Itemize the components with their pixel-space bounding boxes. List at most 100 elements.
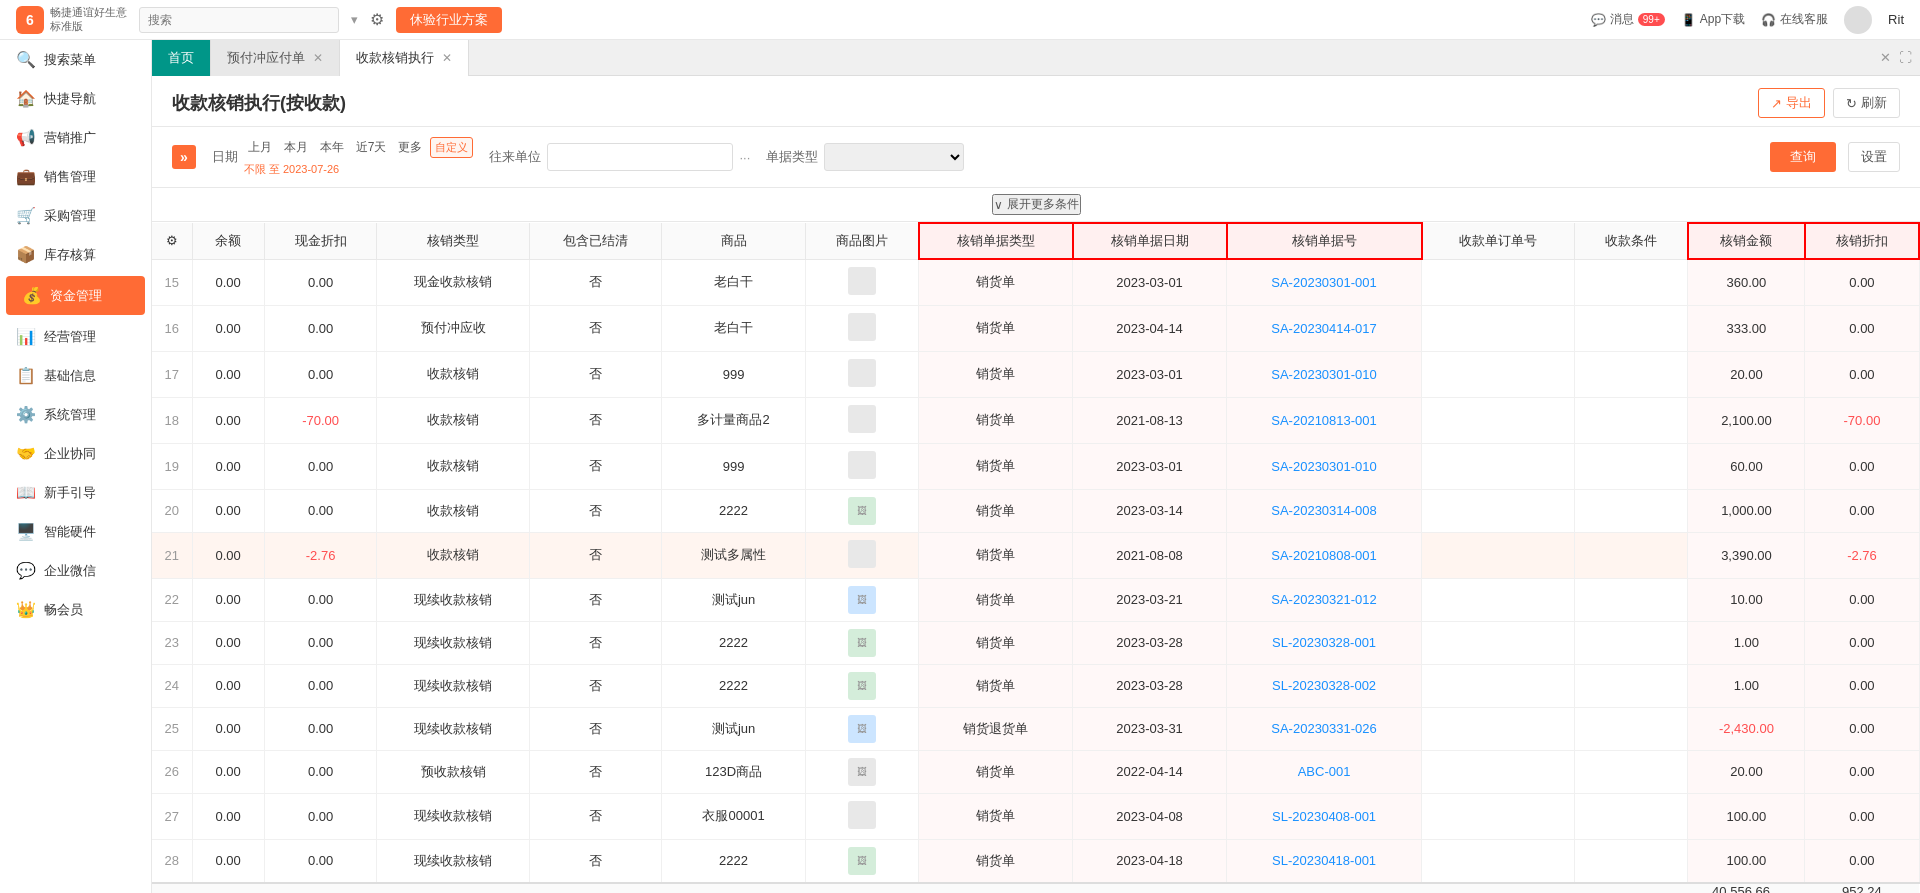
product-image-cell	[805, 351, 918, 397]
doc-type-cell: 销货单	[919, 489, 1073, 532]
sidebar-item-search[interactable]: 🔍 搜索菜单	[0, 40, 151, 79]
sidebar-item-hardware[interactable]: 🖥️ 智能硬件	[0, 512, 151, 551]
doc-no-link[interactable]: SA-20230321-012	[1271, 592, 1377, 607]
doc-no-cell[interactable]: SA-20210813-001	[1227, 397, 1422, 443]
doc-no-cell[interactable]: SL-20230408-001	[1227, 793, 1422, 839]
writeoff-discount-cell: 0.00	[1805, 305, 1919, 351]
refresh-button[interactable]: ↻ 刷新	[1833, 88, 1900, 118]
doc-no-link[interactable]: SA-20210813-001	[1271, 413, 1377, 428]
doc-no-link[interactable]: SA-20230301-001	[1271, 275, 1377, 290]
sidebar-item-basic[interactable]: 📋 基础信息	[0, 356, 151, 395]
doc-no-link[interactable]: SL-20230408-001	[1272, 809, 1376, 824]
prepay-close-icon[interactable]: ✕	[313, 51, 323, 65]
monitor-icon: 🖥️	[16, 522, 36, 541]
writeoff-amount-cell: 20.00	[1688, 351, 1805, 397]
date-custom[interactable]: 自定义	[430, 137, 473, 158]
sidebar-item-system[interactable]: ⚙️ 系统管理	[0, 395, 151, 434]
message-button[interactable]: 💬 消息 99+	[1591, 11, 1665, 28]
doc-no-link[interactable]: SL-20230328-002	[1272, 678, 1376, 693]
top-bar: 6 畅捷通谊好生意 标准版 ▾ ⚙ 休验行业方案 💬 消息 99+ 📱 App下…	[0, 0, 1920, 40]
window-close-icon[interactable]: ✕	[1880, 50, 1891, 65]
doc-no-cell[interactable]: SL-20230328-001	[1227, 621, 1422, 664]
ellipsis-icon[interactable]: ···	[739, 150, 750, 165]
collect-close-icon[interactable]: ✕	[442, 51, 452, 65]
table-header-row: ⚙ 余额 现金折扣 核销类型 包含已结清 商品 商品图片 核销单据类型 核销单据…	[152, 223, 1919, 259]
sidebar-item-member[interactable]: 👑 畅会员	[0, 590, 151, 629]
row-index: 25	[152, 707, 192, 750]
doc-no-cell[interactable]: SA-20230414-017	[1227, 305, 1422, 351]
doc-no-cell[interactable]: SA-20230301-010	[1227, 443, 1422, 489]
col-settings-header[interactable]: ⚙	[152, 223, 192, 259]
tab-home[interactable]: 首页	[152, 40, 211, 76]
tab-collect[interactable]: 收款核销执行 ✕	[340, 40, 469, 76]
sidebar-item-business[interactable]: 📊 经营管理	[0, 317, 151, 356]
clipboard-icon: 📋	[16, 366, 36, 385]
maximize-icon[interactable]: ⛶	[1899, 50, 1912, 65]
product-image-cell: 🖼	[805, 707, 918, 750]
sidebar-item-collab[interactable]: 🤝 企业协同	[0, 434, 151, 473]
sidebar-item-quicknav[interactable]: 🏠 快捷导航	[0, 79, 151, 118]
date-more[interactable]: 更多	[394, 137, 426, 158]
sidebar-item-marketing[interactable]: 📢 营销推广	[0, 118, 151, 157]
table-container[interactable]: ⚙ 余额 现金折扣 核销类型 包含已结清 商品 商品图片 核销单据类型 核销单据…	[152, 222, 1920, 893]
date-last-month[interactable]: 上月	[244, 137, 276, 158]
top-bar-right: 💬 消息 99+ 📱 App下载 🎧 在线客服 Rit	[1591, 6, 1904, 34]
export-button[interactable]: ↗ 导出	[1758, 88, 1825, 118]
row-index: 26	[152, 750, 192, 793]
doc-no-cell[interactable]: SA-20230314-008	[1227, 489, 1422, 532]
doc-no-link[interactable]: ABC-001	[1298, 764, 1351, 779]
filter-expand-button[interactable]: »	[172, 145, 196, 169]
sidebar-item-wechat[interactable]: 💬 企业微信	[0, 551, 151, 590]
doc-no-cell[interactable]: SL-20230418-001	[1227, 839, 1422, 883]
settings-button[interactable]: 设置	[1848, 142, 1900, 172]
sidebar-item-guide[interactable]: 📖 新手引导	[0, 473, 151, 512]
col-receipt-condition-header: 收款条件	[1575, 223, 1688, 259]
doc-type-select[interactable]	[824, 143, 964, 171]
writeoff-discount-cell: 0.00	[1805, 489, 1919, 532]
date-7days[interactable]: 近7天	[352, 137, 391, 158]
sidebar-item-inventory[interactable]: 📦 库存核算	[0, 235, 151, 274]
gear-icon[interactable]: ⚙	[370, 10, 384, 29]
doc-no-cell[interactable]: ABC-001	[1227, 750, 1422, 793]
industry-button[interactable]: 休验行业方案	[396, 7, 502, 33]
chevron-down-icon[interactable]: ▾	[351, 12, 358, 27]
doc-type-cell: 销货单	[919, 305, 1073, 351]
date-this-year[interactable]: 本年	[316, 137, 348, 158]
doc-no-cell[interactable]: SL-20230328-002	[1227, 664, 1422, 707]
writeoff-discount-cell: 0.00	[1805, 664, 1919, 707]
writeoff-amount-cell: 333.00	[1688, 305, 1805, 351]
query-button[interactable]: 查询	[1770, 142, 1836, 172]
doc-date-cell: 2023-03-28	[1073, 621, 1227, 664]
online-service-button[interactable]: 🎧 在线客服	[1761, 11, 1828, 28]
table-row: 230.000.00现续收款核销否2222🖼销货单2023-03-28SL-20…	[152, 621, 1919, 664]
app-download-button[interactable]: 📱 App下载	[1681, 11, 1745, 28]
doc-no-link[interactable]: SA-20230314-008	[1271, 503, 1377, 518]
doc-no-link[interactable]: SA-20230301-010	[1271, 459, 1377, 474]
doc-no-link[interactable]: SL-20230418-001	[1272, 853, 1376, 868]
doc-no-link[interactable]: SA-20210808-001	[1271, 548, 1377, 563]
doc-no-cell[interactable]: SA-20230331-026	[1227, 707, 1422, 750]
chart-icon: 📊	[16, 327, 36, 346]
date-this-month[interactable]: 本月	[280, 137, 312, 158]
col-include-settled-header: 包含已结清	[529, 223, 661, 259]
date-options-section: 上月 本月 本年 近7天 更多 自定义 不限 至 2023-07-26	[244, 137, 474, 177]
expand-more-button[interactable]: ∨ 展开更多条件	[992, 194, 1081, 215]
writeoff-amount-cell: 360.00	[1688, 259, 1805, 305]
doc-no-cell[interactable]: SA-20230321-012	[1227, 578, 1422, 621]
avatar[interactable]	[1844, 6, 1872, 34]
tab-prepay[interactable]: 预付冲应付单 ✕	[211, 40, 340, 76]
doc-no-cell[interactable]: SA-20210808-001	[1227, 532, 1422, 578]
search-input[interactable]	[139, 7, 339, 33]
doc-no-cell[interactable]: SA-20230301-010	[1227, 351, 1422, 397]
doc-no-link[interactable]: SA-20230414-017	[1271, 321, 1377, 336]
col-cash-discount-header: 现金折扣	[264, 223, 376, 259]
doc-no-cell[interactable]: SA-20230301-001	[1227, 259, 1422, 305]
sidebar-item-sales[interactable]: 💼 销售管理	[0, 157, 151, 196]
from-unit-input[interactable]	[547, 143, 733, 171]
doc-no-link[interactable]: SA-20230331-026	[1271, 721, 1377, 736]
row-index: 27	[152, 793, 192, 839]
doc-no-link[interactable]: SA-20230301-010	[1271, 367, 1377, 382]
doc-no-link[interactable]: SL-20230328-001	[1272, 635, 1376, 650]
sidebar-item-finance[interactable]: 💰 资金管理	[6, 276, 145, 315]
sidebar-item-purchase[interactable]: 🛒 采购管理	[0, 196, 151, 235]
